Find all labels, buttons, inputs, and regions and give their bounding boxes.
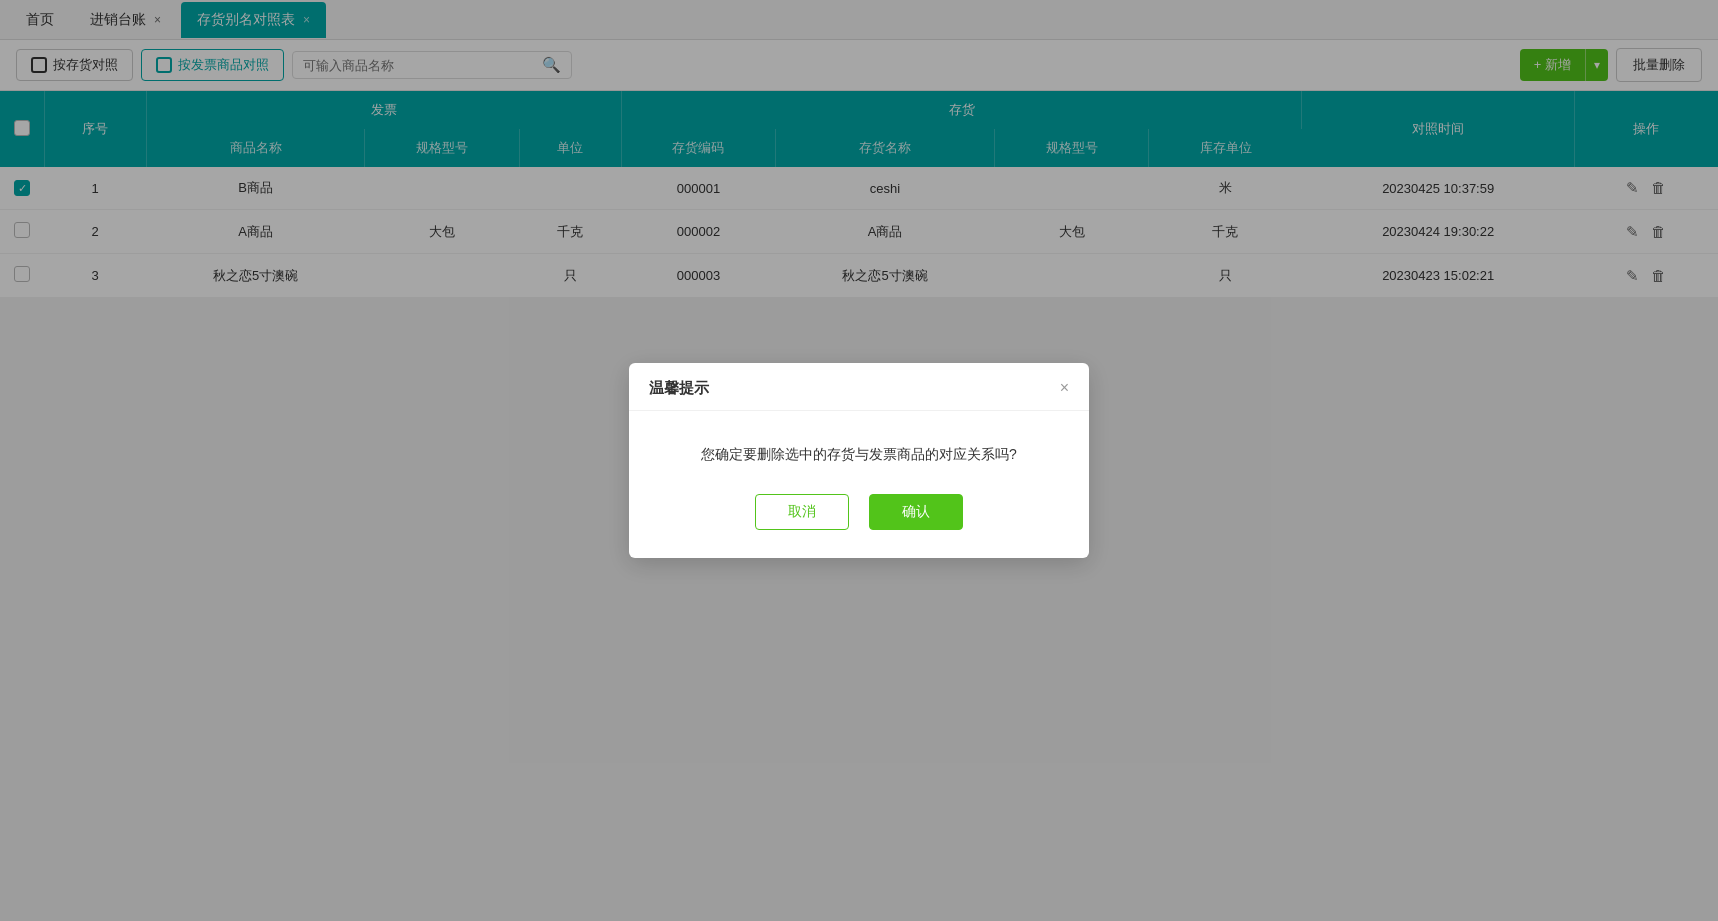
dialog-header: 温馨提示 × — [629, 363, 1089, 411]
dialog-close-btn[interactable]: × — [1060, 380, 1069, 396]
dialog-title: 温馨提示 — [649, 379, 709, 398]
dialog-cancel-btn[interactable]: 取消 — [755, 494, 849, 530]
dialog-message: 您确定要删除选中的存货与发票商品的对应关系吗? — [701, 446, 1017, 462]
confirm-dialog: 温馨提示 × 您确定要删除选中的存货与发票商品的对应关系吗? 取消 确认 — [629, 363, 1089, 559]
dialog-body: 您确定要删除选中的存货与发票商品的对应关系吗? — [629, 411, 1089, 495]
dialog-footer: 取消 确认 — [629, 494, 1089, 558]
dialog-confirm-btn[interactable]: 确认 — [869, 494, 963, 530]
confirm-overlay: 温馨提示 × 您确定要删除选中的存货与发票商品的对应关系吗? 取消 确认 — [0, 0, 1718, 921]
